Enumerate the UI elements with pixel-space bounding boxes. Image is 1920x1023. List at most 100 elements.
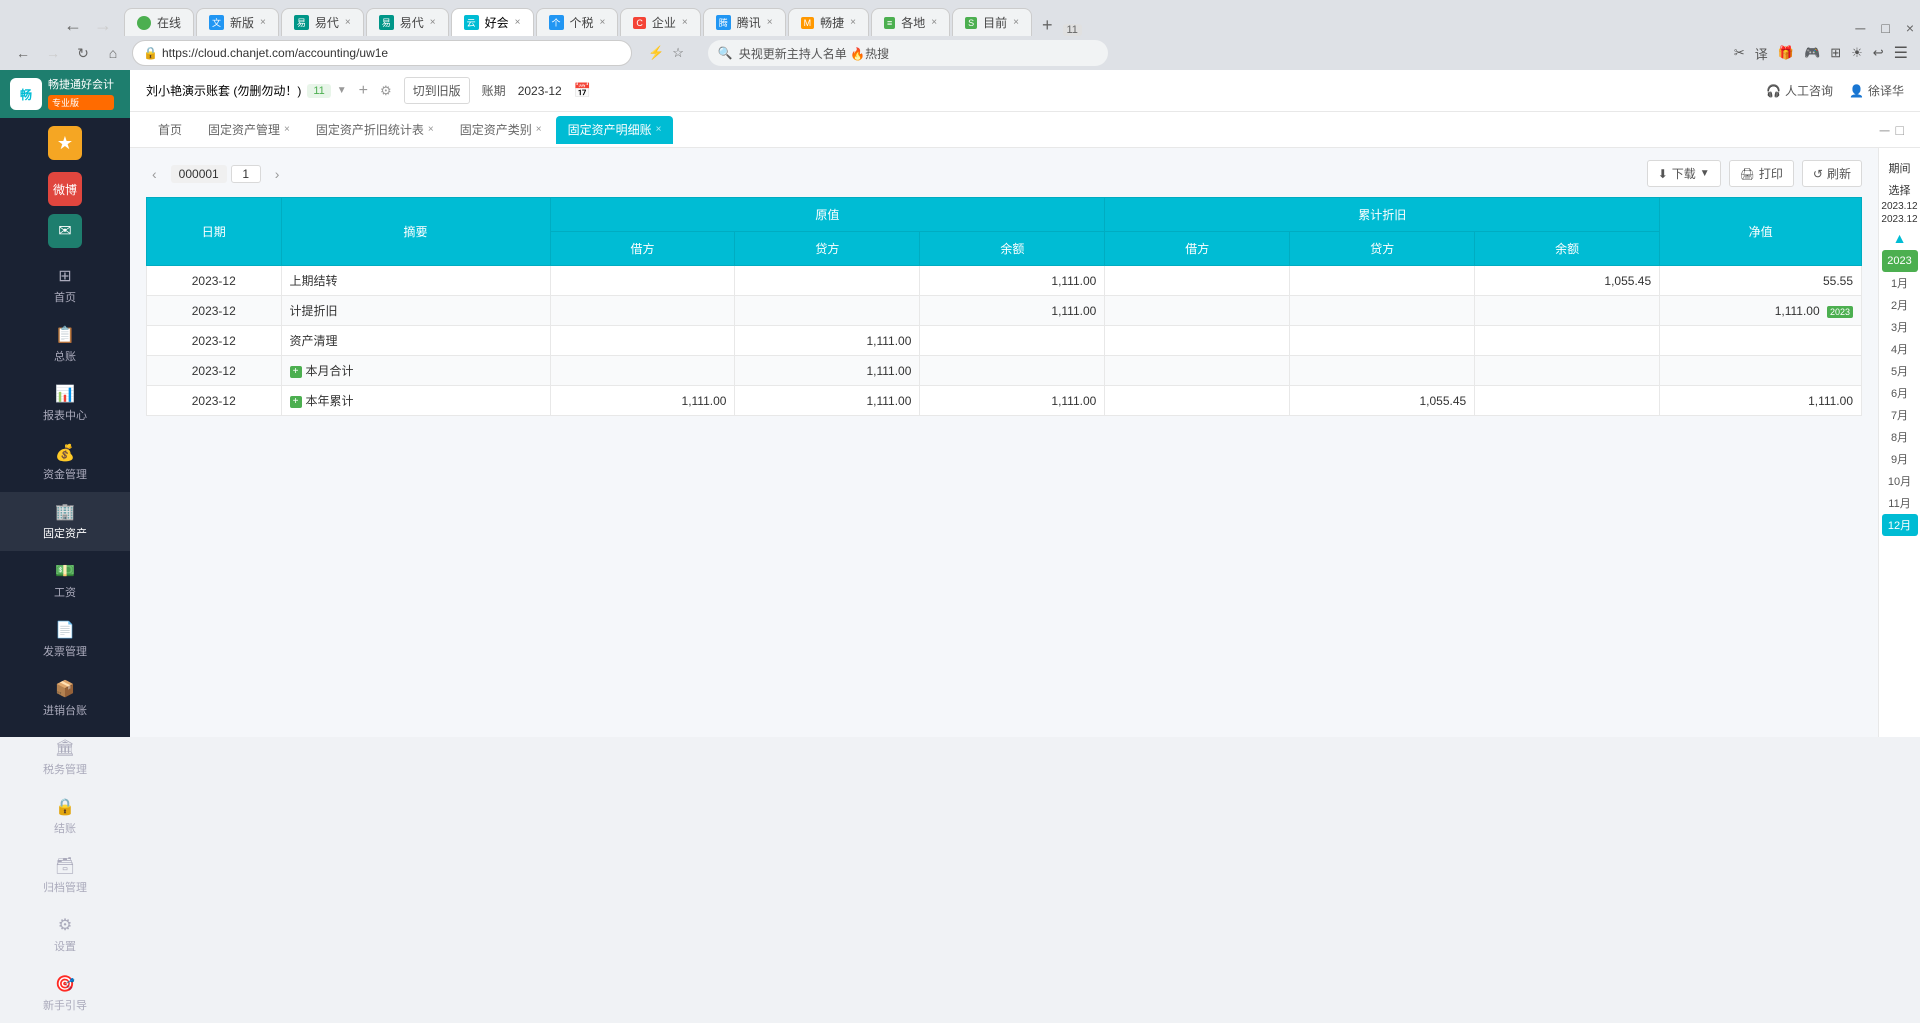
page-tab-dep-stats[interactable]: 固定资产折旧统计表 × — [304, 116, 446, 144]
ptab-close-fixed-mgmt[interactable]: × — [284, 124, 290, 135]
switch-version-btn[interactable]: 切到旧版 — [404, 77, 470, 104]
month-11[interactable]: 11月 — [1882, 492, 1918, 514]
page-tab-fixed-category[interactable]: 固定资产类别 × — [448, 116, 554, 144]
address-input[interactable]: 🔒 https://cloud.chanjet.com/accounting/u… — [132, 40, 632, 66]
close-window-btn[interactable]: × — [1900, 20, 1920, 36]
tab-close-gedi[interactable]: × — [931, 17, 937, 28]
mail-icon[interactable]: ✉ — [48, 214, 82, 248]
month-5[interactable]: 5月 — [1882, 360, 1918, 382]
page-input[interactable] — [231, 165, 261, 183]
page-tab-fixed-mgmt[interactable]: 固定资产管理 × — [196, 116, 302, 144]
browser-tab-gedi[interactable]: ≡ 各地 × — [871, 8, 950, 36]
month-10[interactable]: 10月 — [1882, 470, 1918, 492]
user-btn[interactable]: 👤 徐译华 — [1849, 82, 1904, 99]
month-3[interactable]: 3月 — [1882, 316, 1918, 338]
sun-icon[interactable]: ☀ — [1851, 45, 1863, 61]
month-9[interactable]: 9月 — [1882, 448, 1918, 470]
download-dropdown-icon[interactable]: ▼ — [1700, 168, 1710, 179]
scroll-up-icon[interactable]: ▲ — [1893, 230, 1907, 246]
ptab-close-detail-ledger[interactable]: × — [656, 124, 662, 135]
reload-btn[interactable]: ↻ — [72, 42, 94, 64]
page-tab-home[interactable]: 首页 — [146, 116, 194, 144]
prev-asset-btn[interactable]: ‹ — [146, 164, 163, 184]
tab-close-geshui[interactable]: × — [600, 17, 606, 28]
star-icon[interactable]: ★ — [48, 126, 82, 160]
new-tab-button[interactable]: + — [1034, 15, 1061, 36]
browser-tab-yidai2[interactable]: 易 易代 × — [366, 8, 449, 36]
year-item[interactable]: 2023 — [1882, 250, 1918, 272]
month-2[interactable]: 2月 — [1882, 294, 1918, 316]
browser-tab-yidai1[interactable]: 易 易代 × — [281, 8, 364, 36]
restore-btn[interactable]: □ — [1875, 20, 1895, 36]
sidebar-item-invoice[interactable]: 📄 发票管理 — [0, 610, 130, 669]
search-text[interactable]: 央视更新主持人名单 🔥热搜 — [739, 45, 889, 62]
download-btn[interactable]: ⬇ 下载 ▼ — [1647, 160, 1721, 187]
account-selector[interactable]: 刘小艳演示账套 (勿删勿动！) 11 ▼ — [146, 82, 347, 99]
extensions-icon[interactable]: ⚡ — [648, 45, 664, 61]
sidebar-item-fund[interactable]: 💰 资金管理 — [0, 433, 130, 492]
browser-tab-geshui[interactable]: 个 个税 × — [536, 8, 619, 36]
tab-overflow[interactable]: 11 — [1063, 24, 1082, 36]
tab-close-yidai2[interactable]: × — [430, 17, 436, 28]
account-dropdown-icon[interactable]: ▼ — [337, 85, 347, 96]
ptab-close-dep-stats[interactable]: × — [428, 124, 434, 135]
browser-tab-haohui[interactable]: 云 好会 × — [451, 8, 534, 36]
sidebar-item-purchase[interactable]: 📦 进销台账 — [0, 669, 130, 728]
col-summary: 摘要 — [281, 198, 550, 266]
tab-close-muqian[interactable]: × — [1013, 17, 1019, 28]
forward-nav-btn[interactable]: → — [42, 42, 64, 64]
month-1[interactable]: 1月 — [1882, 272, 1918, 294]
sidebar-item-fixed-assets[interactable]: 🏢 固定资产 — [0, 492, 130, 551]
month-7[interactable]: 7月 — [1882, 404, 1918, 426]
home-nav-btn[interactable]: ⌂ — [102, 42, 124, 64]
weibo-icon[interactable]: 微博 — [48, 172, 82, 206]
sidebar-item-report[interactable]: 📊 报表中心 — [0, 374, 130, 433]
help-btn[interactable]: 🎧 人工咨询 — [1766, 82, 1833, 99]
tab-close-changjie[interactable]: × — [850, 17, 856, 28]
sidebar-item-wage[interactable]: 💵 工资 — [0, 551, 130, 610]
calendar-icon[interactable]: 📅 — [574, 82, 591, 99]
grid-icon[interactable]: ⊞ — [1830, 45, 1841, 61]
back-nav-btn[interactable]: ← — [12, 42, 34, 64]
minimize-btn[interactable]: ─ — [1849, 20, 1871, 36]
tab-close-haohui[interactable]: × — [515, 17, 521, 28]
wallet-icon[interactable]: 🎁 — [1778, 45, 1794, 61]
browser-tab-tengxun[interactable]: 腾 腾讯 × — [703, 8, 786, 36]
tab-close-yidai1[interactable]: × — [345, 17, 351, 28]
refresh-btn[interactable]: ↺ 刷新 — [1802, 160, 1862, 187]
bookmark-icon[interactable]: ☆ — [672, 45, 684, 61]
browser-tab-changjie[interactable]: M 畅捷 × — [788, 8, 869, 36]
undo-icon[interactable]: ↩ — [1873, 45, 1884, 61]
sidebar-item-home[interactable]: ⊞ 首页 — [0, 256, 130, 315]
month-4[interactable]: 4月 — [1882, 338, 1918, 360]
sidebar-item-settings[interactable]: ⚙ 设置 — [0, 905, 130, 964]
month-12[interactable]: 12月 — [1882, 514, 1918, 536]
cut-icon[interactable]: ✂ — [1734, 45, 1745, 61]
back-btn[interactable]: ← — [60, 15, 86, 36]
browser-tab-qiye[interactable]: C 企业 × — [620, 8, 700, 36]
maximize-tab-icon[interactable]: □ — [1896, 122, 1904, 138]
browser-tab-new[interactable]: 文 新版 × — [196, 8, 279, 36]
tab-close-qiye[interactable]: × — [682, 17, 688, 28]
next-asset-btn[interactable]: › — [269, 164, 286, 184]
sidebar-item-ledger[interactable]: 📋 总账 — [0, 315, 130, 374]
menu-icon[interactable]: ☰ — [1894, 43, 1908, 63]
month-8[interactable]: 8月 — [1882, 426, 1918, 448]
sidebar-item-archive[interactable]: 🗃 归档管理 — [0, 846, 130, 905]
tab-close-new[interactable]: × — [260, 17, 266, 28]
sidebar-item-guide[interactable]: 🎯 新手引导 — [0, 964, 130, 1023]
translate-icon[interactable]: 译 — [1755, 44, 1768, 63]
game-icon[interactable]: 🎮 — [1804, 45, 1820, 61]
print-btn[interactable]: 🖨 打印 — [1729, 160, 1794, 187]
add-account-btn[interactable]: + — [359, 82, 368, 100]
ptab-close-fixed-category[interactable]: × — [536, 124, 542, 135]
sidebar-item-close[interactable]: 🔒 结账 — [0, 787, 130, 846]
settings-small-icon[interactable]: ⚙ — [380, 83, 392, 99]
browser-tab-online[interactable]: 在线 — [124, 8, 194, 36]
page-tab-detail-ledger[interactable]: 固定资产明细账 × — [556, 116, 674, 144]
minimize-tab-icon[interactable]: ─ — [1880, 122, 1890, 138]
forward-btn[interactable]: → — [90, 15, 116, 36]
month-6[interactable]: 6月 — [1882, 382, 1918, 404]
tab-close-tengxun[interactable]: × — [767, 17, 773, 28]
browser-tab-muqian[interactable]: S 目前 × — [952, 8, 1032, 36]
